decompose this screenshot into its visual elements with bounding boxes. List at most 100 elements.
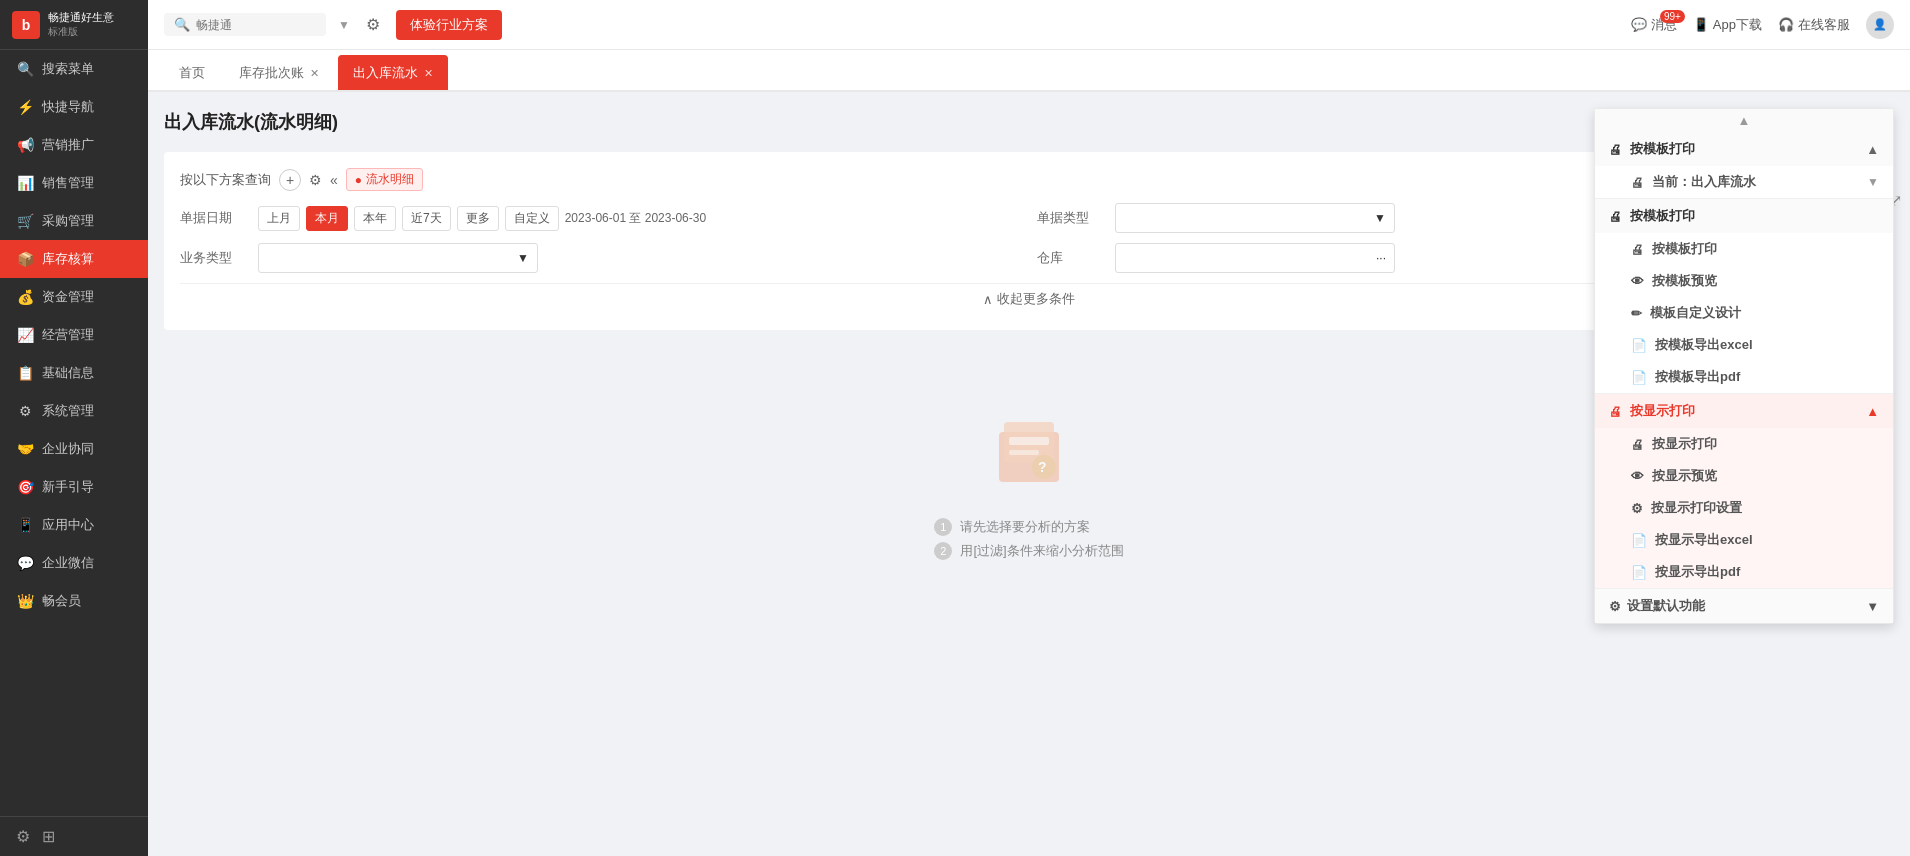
tip-1-text: 请先选择要分析的方案 [960,518,1090,536]
filter-settings-icon[interactable]: ⚙ [309,172,322,188]
tab-batch-account-close[interactable]: ✕ [310,67,319,80]
item-display-print-label: 按显示打印 [1652,435,1717,453]
item-display-pdf-icon: 📄 [1631,565,1647,580]
base-icon: 📋 [16,364,34,382]
sidebar-item-purchase[interactable]: 🛒 采购管理 [0,202,148,240]
item-template-design-label: 模板自定义设计 [1650,304,1741,322]
page-title-actions: 🖨 按模板打印 ▲ ↑ 导出 ↻ 刷新 ▲ [1672,108,1894,136]
dropdown-item-display-print[interactable]: 🖨 按显示打印 [1595,428,1893,460]
sidebar: b 畅捷通好生意 标准版 🔍 搜索菜单 ⚡ 快捷导航 📢 营销推广 📊 销售管理… [0,0,148,856]
dropdown-current-toggle[interactable]: ▲ [1866,142,1879,157]
sidebar-item-inventory[interactable]: 📦 库存核算 [0,240,148,278]
dropdown-current-label: 🖨 按模板打印 [1609,140,1695,158]
dropdown-item-display-excel[interactable]: 📄 按显示导出excel [1595,524,1893,556]
sidebar-item-system[interactable]: ⚙ 系统管理 [0,392,148,430]
dropdown-item-display-preview[interactable]: 👁 按显示预览 [1595,460,1893,492]
date-btn-7days[interactable]: 近7天 [402,206,451,231]
filter-date-group: 上月 本月 本年 近7天 更多 自定义 2023-06-01 至 2023-06… [258,206,706,231]
filter-date-label: 单据日期 [180,209,250,227]
dropdown-display-section: 🖨 按显示打印 ▲ 🖨 按显示打印 👁 按显 [1595,394,1893,589]
filter-add-button[interactable]: + [279,169,301,191]
collapse-up-icon: ∧ [983,292,993,307]
dropdown-current-header[interactable]: 🖨 按模板打印 ▲ [1595,132,1893,166]
dropdown-current-value[interactable]: 🖨 当前：出入库流水 ▼ [1595,166,1893,198]
sidebar-item-sales[interactable]: 📊 销售管理 [0,164,148,202]
sidebar-item-app-center[interactable]: 📱 应用中心 [0,506,148,544]
dropdown-template-section: 🖨 按模板打印 🖨 按模板打印 👁 按模板预览 [1595,199,1893,394]
dropdown-item-template-preview[interactable]: 👁 按模板预览 [1595,265,1893,297]
tab-batch-account[interactable]: 库存批次账 ✕ [224,55,334,90]
topbar-search-box[interactable]: 🔍 [164,13,326,36]
trial-button[interactable]: 体验行业方案 [396,10,502,40]
sidebar-item-quick-nav[interactable]: ⚡ 快捷导航 [0,88,148,126]
filter-doc-type-select[interactable]: ▼ [1115,203,1395,233]
item-display-settings-label: 按显示打印设置 [1651,499,1742,517]
item-template-design-icon: ✏ [1631,306,1642,321]
tab-flow[interactable]: 出入库流水 ✕ [338,55,448,90]
tab-home[interactable]: 首页 [164,55,220,90]
customer-service-icon: 🎧 [1778,17,1794,32]
sidebar-item-label-inventory: 库存核算 [42,250,94,268]
tip-2-num: 2 [934,542,952,560]
sidebar-item-label-marketing: 营销推广 [42,136,94,154]
sidebar-menu-scroll: 🔍 搜索菜单 ⚡ 快捷导航 📢 营销推广 📊 销售管理 🛒 采购管理 📦 库存核… [0,50,148,816]
message-icon: 💬 [1631,17,1647,32]
app-download-button[interactable]: 📱 App下载 [1693,16,1762,34]
topbar-dropdown-icon[interactable]: ▼ [338,18,350,32]
date-btn-this-month[interactable]: 本月 [306,206,348,231]
template-print-dropdown: ▲ 🖨 按模板打印 ▲ 🖨 [1594,108,1894,624]
filter-warehouse-select[interactable]: ··· [1115,243,1395,273]
topbar-search-input[interactable] [196,18,316,32]
sidebar-item-label-membership: 畅会员 [42,592,81,610]
dropdown-item-template-pdf[interactable]: 📄 按模板导出pdf [1595,361,1893,393]
sidebar-item-cooperation[interactable]: 🤝 企业协同 [0,430,148,468]
sidebar-item-operations[interactable]: 📈 经营管理 [0,316,148,354]
tip-1-num: 1 [934,518,952,536]
topbar: 🔍 ▼ ⚙ 体验行业方案 💬 消息 99+ 📱 App下载 🎧 在线客服 👤 [148,0,1910,50]
item-display-excel-icon: 📄 [1631,533,1647,548]
sidebar-item-guide[interactable]: 🎯 新手引导 [0,468,148,506]
sidebar-item-wechat[interactable]: 💬 企业微信 [0,544,148,582]
dropdown-display-toggle[interactable]: ▲ [1866,404,1879,419]
search-icon: 🔍 [16,60,34,78]
tab-flow-close[interactable]: ✕ [424,67,433,80]
sidebar-settings-icon[interactable]: ⚙ [16,827,30,846]
sidebar-item-membership[interactable]: 👑 畅会员 [0,582,148,620]
customer-service-button[interactable]: 🎧 在线客服 [1778,16,1850,34]
display-section-title: 按显示打印 [1630,402,1695,420]
filter-active-tag[interactable]: ● 流水明细 [346,168,423,191]
dropdown-footer-label: 设置默认功能 [1627,597,1705,615]
date-btn-custom[interactable]: 自定义 [505,206,559,231]
dropdown-item-display-pdf[interactable]: 📄 按显示导出pdf [1595,556,1893,588]
dropdown-item-display-settings[interactable]: ⚙ 按显示打印设置 [1595,492,1893,524]
filter-collapse-icon[interactable]: « [330,172,338,188]
current-section-icon: 🖨 [1609,142,1622,157]
dropdown-item-template-design[interactable]: ✏ 模板自定义设计 [1595,297,1893,329]
dropdown-footer[interactable]: ⚙ 设置默认功能 ▼ [1595,589,1893,623]
dropdown-item-template-excel[interactable]: 📄 按模板导出excel [1595,329,1893,361]
filter-business-type-select[interactable]: ▼ [258,243,538,273]
sidebar-item-marketing[interactable]: 📢 营销推广 [0,126,148,164]
topbar-gear-icon[interactable]: ⚙ [366,15,380,34]
empty-tip-1: 1 请先选择要分析的方案 [934,518,1123,536]
purchase-icon: 🛒 [16,212,34,230]
sidebar-item-search[interactable]: 🔍 搜索菜单 [0,50,148,88]
membership-icon: 👑 [16,592,34,610]
customer-service-label: 在线客服 [1798,16,1850,34]
empty-tip-2: 2 用[过滤]条件来缩小分析范围 [934,542,1123,560]
user-avatar[interactable]: 👤 [1866,11,1894,39]
sidebar-item-finance[interactable]: 💰 资金管理 [0,278,148,316]
sidebar-item-label-base: 基础信息 [42,364,94,382]
sidebar-fold-icon[interactable]: ⊞ [42,827,55,846]
dropdown-item-template-print[interactable]: 🖨 按模板打印 [1595,233,1893,265]
panel-scroll-up[interactable]: ▲ [1595,109,1893,132]
footer-arrow: ▼ [1866,599,1879,614]
sidebar-item-base[interactable]: 📋 基础信息 [0,354,148,392]
date-btn-this-year[interactable]: 本年 [354,206,396,231]
message-button[interactable]: 💬 消息 99+ [1631,16,1677,34]
dropdown-display-header[interactable]: 🖨 按显示打印 ▲ [1595,394,1893,428]
date-btn-last-month[interactable]: 上月 [258,206,300,231]
date-btn-more[interactable]: 更多 [457,206,499,231]
filter-business-type-field: 业务类型 ▼ [180,243,1021,273]
dropdown-template-header[interactable]: 🖨 按模板打印 [1595,199,1893,233]
